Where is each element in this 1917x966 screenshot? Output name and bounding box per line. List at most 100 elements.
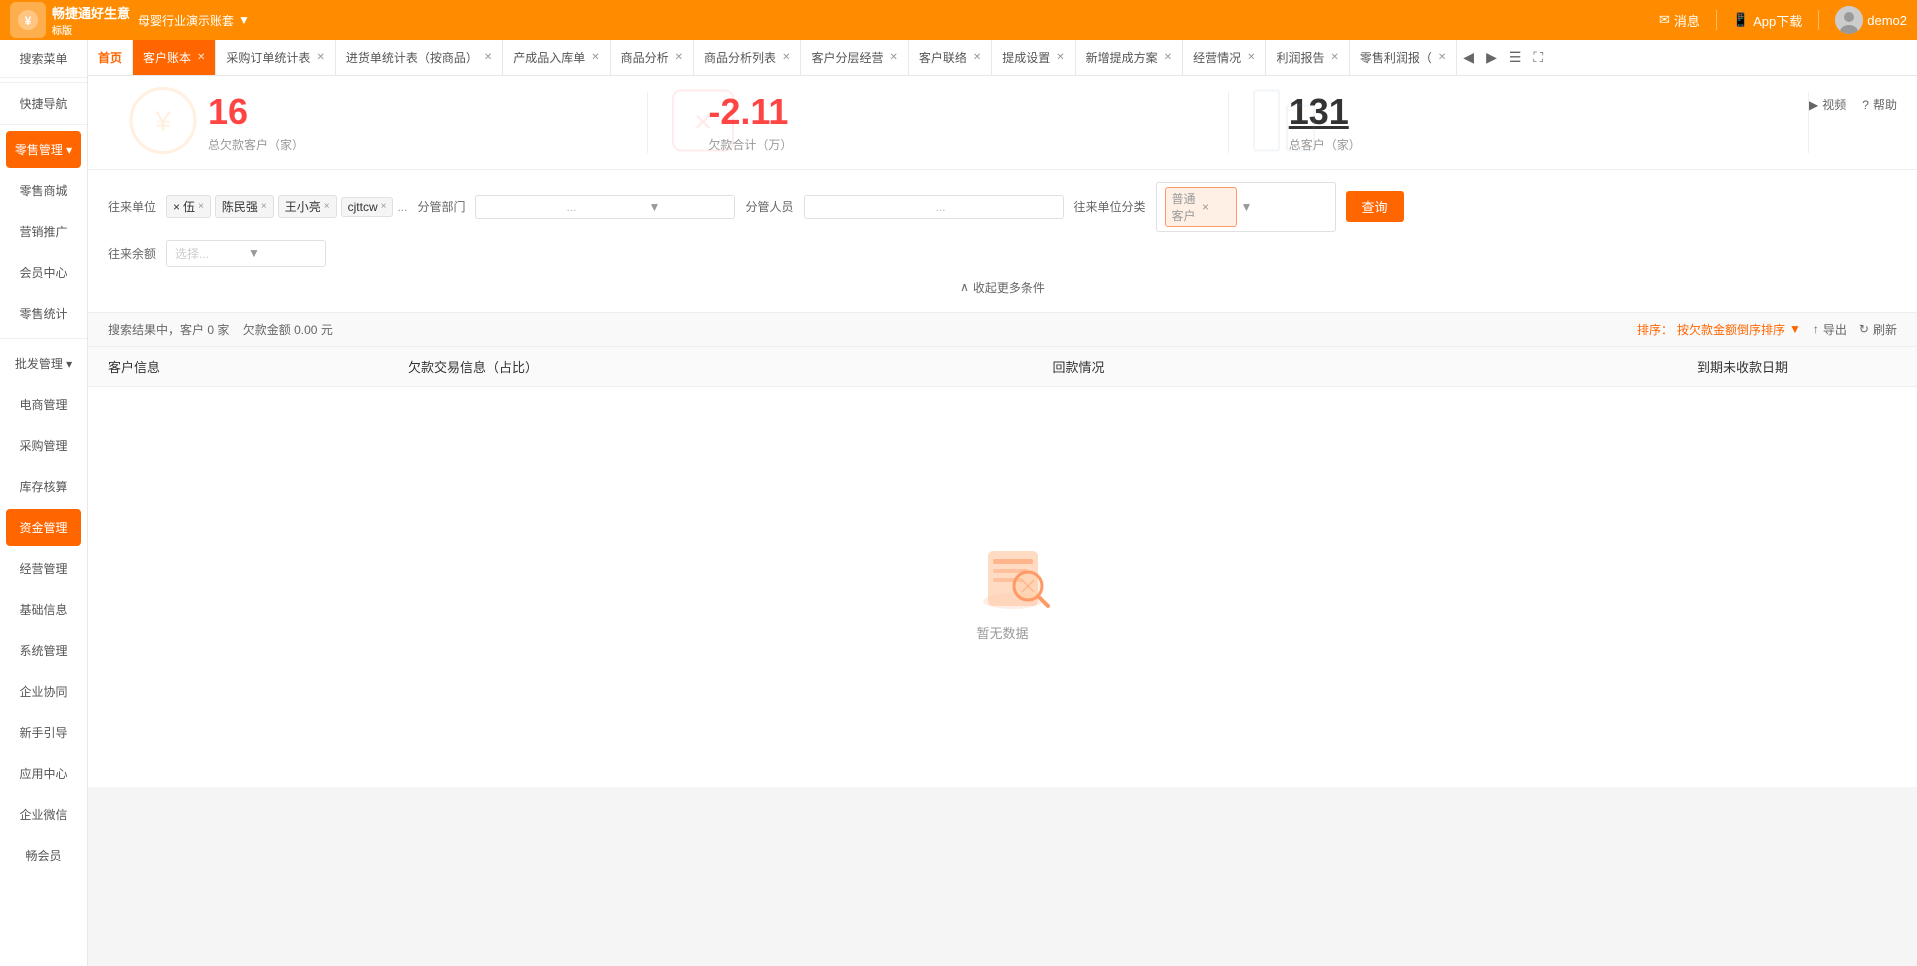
refresh-btn[interactable]: ↻ 刷新 <box>1859 321 1897 338</box>
stat-debt-customers-label: 总欠款客户（家） <box>208 136 304 153</box>
svg-text:¥: ¥ <box>154 106 171 137</box>
tab-fullscreen-btn[interactable]: ⛶ <box>1527 40 1549 76</box>
sidebar-item-purchase[interactable]: 采购管理 <box>6 427 81 464</box>
sidebar-item-new-guide[interactable]: 新手引导 <box>6 714 81 751</box>
person-select[interactable]: ... <box>804 195 1064 219</box>
results-bar: 搜索结果中，客户 0 家 欠款金额 0.00 元 排序： 排序：按欠款金额倒序排… <box>88 313 1917 347</box>
tab-bar: 首页 客户账本 ✕ 采购订单统计表 ✕ 进货单统计表（按商品） ✕ 产成品入库单… <box>88 40 1917 76</box>
filter-tag-wang: 王小亮 × <box>278 195 337 218</box>
tab-goods-analysis[interactable]: 商品分析 ✕ <box>611 40 694 76</box>
filter-tag-close-normal[interactable]: × <box>1202 200 1230 214</box>
tab-new-promotion[interactable]: 新增提成方案 ✕ <box>1076 40 1183 76</box>
tab-purchase-order[interactable]: 采购订单统计表 ✕ <box>216 40 335 76</box>
sidebar-item-retail-mall[interactable]: 零售商城 <box>6 172 81 209</box>
top-bar: ¥ 畅捷通好生意 标版 母婴行业演示账套 ▼ ✉ 消息 📱 App下载 <box>0 0 1917 40</box>
sort-dropdown[interactable]: 排序： 排序：按欠款金额倒序排序 按欠款金额倒序排序 ▼ <box>1637 321 1801 338</box>
col-payment-status: 回款情况 <box>1053 357 1698 376</box>
account-dropdown[interactable]: 母婴行业演示账套 ▼ <box>130 8 258 33</box>
video-btn[interactable]: ▶ 视频 <box>1809 96 1846 113</box>
empty-icon <box>963 531 1043 611</box>
tab-close-profit[interactable]: ✕ <box>1331 52 1339 63</box>
tab-close-inbound[interactable]: ✕ <box>484 52 492 63</box>
tab-customer-tier[interactable]: 客户分层经营 ✕ <box>801 40 908 76</box>
tab-promotion-settings[interactable]: 提成设置 ✕ <box>992 40 1075 76</box>
filter-tag-close-wu[interactable]: × <box>198 201 204 212</box>
tab-next-btn[interactable]: ▶ <box>1480 40 1503 76</box>
tab-customer-contact[interactable]: 客户联络 ✕ <box>909 40 992 76</box>
tab-close-goods[interactable]: ✕ <box>675 52 683 63</box>
results-debt-value: 0.00 <box>294 323 317 337</box>
tab-close-production[interactable]: ✕ <box>591 52 599 63</box>
sidebar-item-retail-stats[interactable]: 零售统计 <box>6 295 81 332</box>
sidebar-item-app-center[interactable]: 应用中心 <box>6 755 81 792</box>
stat-debt-customers: ¥ 16 总欠款客户（家） <box>108 92 648 153</box>
page-content: ¥ 16 总欠款客户（家） ✕ -2.11 <box>88 76 1917 966</box>
balance-label: 往来余额 <box>108 245 156 262</box>
results-debt-unit: 元 <box>321 323 333 337</box>
tab-close-business[interactable]: ✕ <box>1247 52 1255 63</box>
tab-close-goods-list[interactable]: ✕ <box>782 52 790 63</box>
sidebar-item-vip-member[interactable]: 畅会员 <box>6 837 81 874</box>
tab-menu-btn[interactable]: ☰ <box>1503 40 1528 76</box>
tab-business-status[interactable]: 经营情况 ✕ <box>1183 40 1266 76</box>
tab-goods-list[interactable]: 商品分析列表 ✕ <box>694 40 801 76</box>
sidebar-item-ecommerce[interactable]: 电商管理 <box>6 386 81 423</box>
message-btn[interactable]: ✉ 消息 <box>1659 11 1700 30</box>
sidebar-item-inventory[interactable]: 库存核算 <box>6 468 81 505</box>
sidebar-item-enterprise-wechat[interactable]: 企业微信 <box>6 796 81 833</box>
query-button[interactable]: 查询 <box>1346 191 1404 222</box>
tab-profit-report[interactable]: 利润报告 ✕ <box>1266 40 1349 76</box>
avatar <box>1835 6 1863 34</box>
stat-total-customers: 131 总客户（家） <box>1229 92 1809 153</box>
sidebar-item-enterprise-collab[interactable]: 企业协同 <box>6 673 81 710</box>
stat-debt-customers-value: 16 <box>208 92 304 132</box>
sidebar-item-system[interactable]: 系统管理 <box>6 632 81 669</box>
tab-close-tier[interactable]: ✕ <box>889 52 897 63</box>
tab-close-promo[interactable]: ✕ <box>1056 52 1064 63</box>
stats-row: ¥ 16 总欠款客户（家） ✕ -2.11 <box>88 76 1917 170</box>
filter-tag-close-wang[interactable]: × <box>324 201 330 212</box>
filter-tag-close-chen[interactable]: × <box>261 201 267 212</box>
collapse-btn[interactable]: ∧ 收起更多条件 <box>108 275 1897 300</box>
balance-select[interactable]: 选择... ▼ <box>166 240 326 267</box>
quick-nav[interactable]: 快捷导航 <box>0 87 87 120</box>
filter-tag-close-cjttcw[interactable]: × <box>381 201 387 212</box>
empty-state: 暂无数据 <box>963 471 1043 702</box>
filter-row-1: 往来单位 × 伍 × 陈民强 × <box>108 182 1897 232</box>
sidebar-item-base-info[interactable]: 基础信息 <box>6 591 81 628</box>
help-btn[interactable]: ? 帮助 <box>1862 96 1897 113</box>
dept-select[interactable]: ... ▼ <box>475 195 735 219</box>
tab-production-inbound[interactable]: 产成品入库单 ✕ <box>503 40 610 76</box>
tab-accounts[interactable]: 客户账本 ✕ <box>133 40 216 76</box>
sidebar-item-finance[interactable]: 资金管理 <box>6 509 81 546</box>
tab-close-retail-profit[interactable]: ✕ <box>1438 52 1446 63</box>
col-overdue-date: 到期未收款日期 <box>1697 357 1897 376</box>
filter-more-btn[interactable]: ... <box>397 200 407 214</box>
tab-retail-profit[interactable]: 零售利润报（ ✕ <box>1350 40 1457 76</box>
tab-home[interactable]: 首页 <box>88 40 133 76</box>
sidebar-item-operations[interactable]: 经营管理 <box>6 550 81 587</box>
category-select[interactable]: 普通客户 × ▼ <box>1156 182 1336 232</box>
content-area: 首页 客户账本 ✕ 采购订单统计表 ✕ 进货单统计表（按商品） ✕ 产成品入库单… <box>88 40 1917 966</box>
tab-close-new-promo[interactable]: ✕ <box>1164 52 1172 63</box>
table: 客户信息 欠款交易信息（占比） 回款情况 到期未收款日期 <box>88 347 1917 787</box>
divider2 <box>0 124 87 125</box>
filter-tag-normal-customer: 普通客户 × <box>1165 187 1237 227</box>
filter-tag-wu: × 伍 × <box>166 195 211 218</box>
sidebar-item-wholesale[interactable]: 批发管理 ▾ <box>6 345 81 382</box>
export-btn[interactable]: ↑ 导出 <box>1813 321 1847 338</box>
tab-prev-btn[interactable]: ◀ <box>1457 40 1480 76</box>
tab-close-purchase[interactable]: ✕ <box>316 52 324 63</box>
tab-close-accounts[interactable]: ✕ <box>197 52 205 63</box>
filter-tag-chen: 陈民强 × <box>215 195 274 218</box>
app-download-btn[interactable]: 📱 App下载 <box>1733 11 1802 30</box>
logo-sub: 标版 <box>52 22 130 37</box>
user-avatar[interactable]: demo2 <box>1835 6 1907 34</box>
sidebar-item-membership[interactable]: 会员中心 <box>6 254 81 291</box>
logo: ¥ 畅捷通好生意 标版 <box>10 2 130 38</box>
tab-inbound-stats[interactable]: 进货单统计表（按商品） ✕ <box>336 40 503 76</box>
sidebar-search[interactable]: 搜索菜单 <box>0 40 87 78</box>
tab-close-contact[interactable]: ✕ <box>973 52 981 63</box>
sidebar-item-retail-management[interactable]: 零售管理 ▾ <box>6 131 81 168</box>
sidebar-item-marketing[interactable]: 营销推广 <box>6 213 81 250</box>
